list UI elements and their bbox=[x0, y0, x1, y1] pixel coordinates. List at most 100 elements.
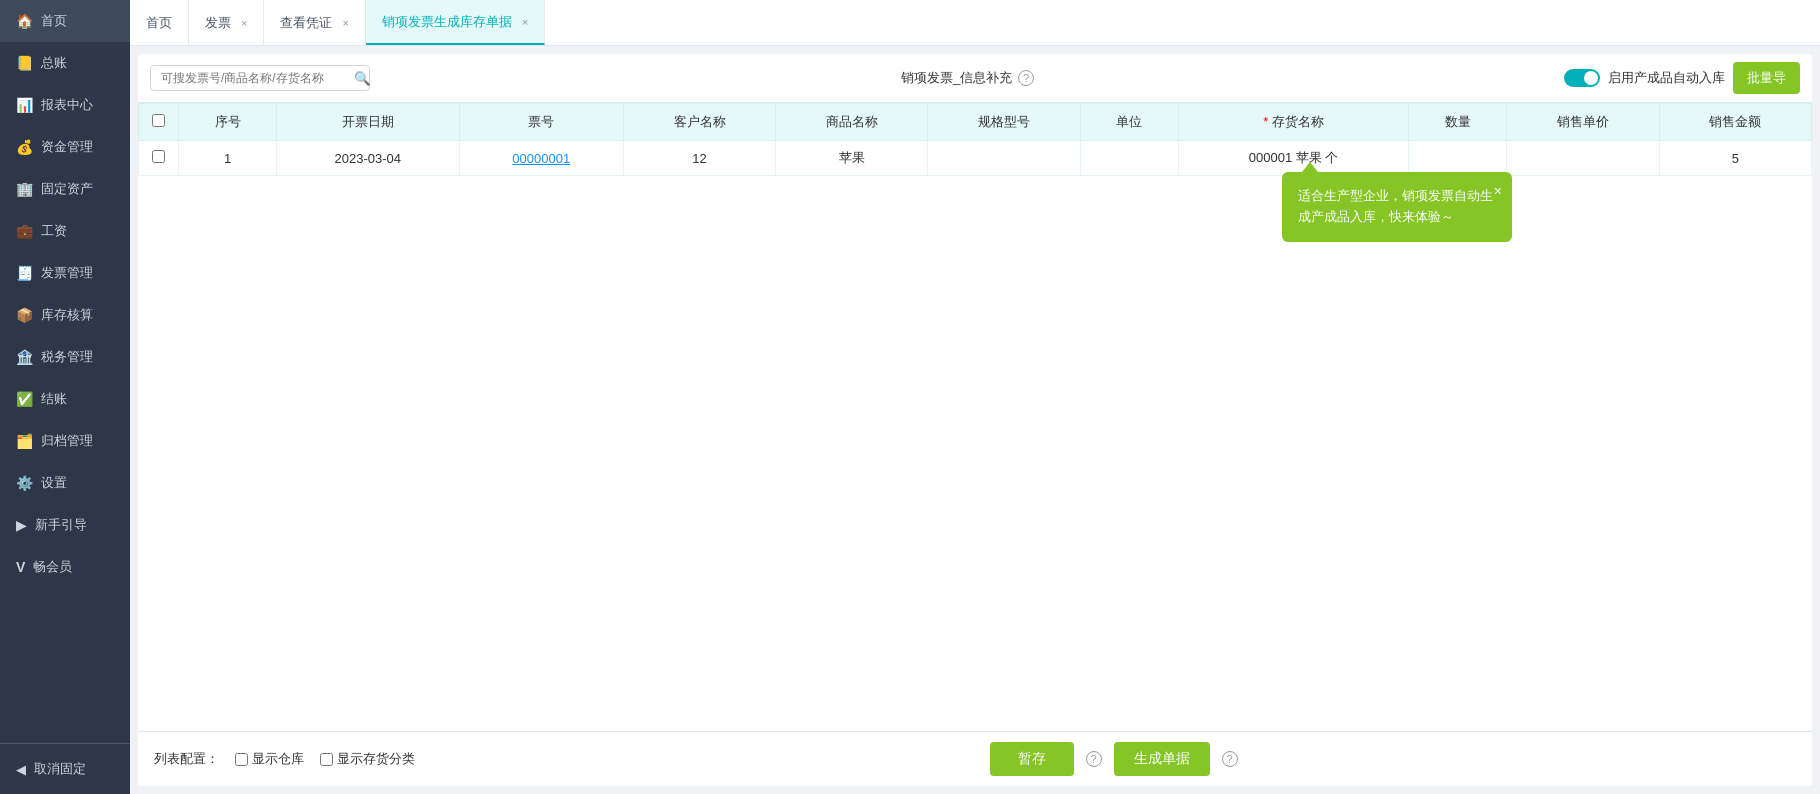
close-tooltip-button[interactable]: × bbox=[1494, 180, 1502, 202]
show-warehouse-checkbox-label[interactable]: 显示仓库 bbox=[235, 750, 304, 768]
guide-icon: ▶ bbox=[16, 517, 27, 533]
row-select-checkbox[interactable] bbox=[152, 150, 165, 163]
sidebar-label-guide: 新手引导 bbox=[35, 516, 87, 534]
cancel-fixed-button[interactable]: ◀ 取消固定 bbox=[0, 752, 130, 786]
toolbar-right: 启用产成品自动入库 批量导 bbox=[1564, 62, 1800, 94]
toolbar: 🔍 销项发票_信息补充 ? 启用产成品自动入库 批量导 bbox=[138, 54, 1812, 103]
close-view-voucher-tab[interactable]: × bbox=[342, 17, 348, 29]
header-amount: 销售金额 bbox=[1659, 104, 1811, 141]
header-date: 开票日期 bbox=[277, 104, 459, 141]
show-warehouse-checkbox[interactable] bbox=[235, 753, 248, 766]
header-spec: 规格型号 bbox=[928, 104, 1080, 141]
sidebar-item-reports[interactable]: 📊 报表中心 bbox=[0, 84, 130, 126]
sidebar-item-assets[interactable]: 🏢 固定资产 bbox=[0, 168, 130, 210]
content-area: 🔍 销项发票_信息补充 ? 启用产成品自动入库 批量导 bbox=[138, 54, 1812, 786]
header-qty: 数量 bbox=[1409, 104, 1507, 141]
row-qty bbox=[1409, 141, 1507, 176]
sidebar-item-settings[interactable]: ⚙️ 设置 bbox=[0, 462, 130, 504]
sidebar-item-funds[interactable]: 💰 资金管理 bbox=[0, 126, 130, 168]
sidebar-label-funds: 资金管理 bbox=[41, 138, 93, 156]
row-inventory[interactable]: 000001 苹果 个 bbox=[1178, 141, 1409, 176]
table-header-row: 序号 开票日期 票号 客户名称 商品名称 规格型号 单位 * 存货名称 数量 销… bbox=[139, 104, 1812, 141]
auto-warehouse-toggle[interactable] bbox=[1564, 69, 1600, 87]
sidebar-item-tax[interactable]: 🏦 税务管理 bbox=[0, 336, 130, 378]
sidebar-label-home: 首页 bbox=[41, 12, 67, 30]
sidebar-item-ledger[interactable]: 📒 总账 bbox=[0, 42, 130, 84]
sidebar-label-vip: 畅会员 bbox=[33, 558, 72, 576]
inventory-icon: 📦 bbox=[16, 307, 33, 323]
sidebar-label-tax: 税务管理 bbox=[41, 348, 93, 366]
tax-icon: 🏦 bbox=[16, 349, 33, 365]
tooltip-text: 适合生产型企业，销项发票自动生成产成品入库，快来体验～ bbox=[1298, 188, 1493, 224]
footer: 列表配置： 显示仓库 显示存货分类 暂存 ? 生成单据 ? bbox=[138, 731, 1812, 786]
invoice-number-link[interactable]: 00000001 bbox=[512, 151, 570, 166]
row-seq: 1 bbox=[179, 141, 277, 176]
show-inventory-cat-checkbox-label[interactable]: 显示存货分类 bbox=[320, 750, 415, 768]
tab-cancel-invoice[interactable]: 销项发票生成库存单据 × bbox=[366, 0, 545, 45]
close-invoices-tab[interactable]: × bbox=[241, 17, 247, 29]
info-icon[interactable]: ? bbox=[1018, 70, 1034, 86]
row-checkbox[interactable] bbox=[139, 141, 179, 176]
sidebar-item-vip[interactable]: V 畅会员 bbox=[0, 546, 130, 588]
footer-list-config-label: 列表配置： bbox=[154, 750, 219, 768]
sidebar-item-closing[interactable]: ✅ 结账 bbox=[0, 378, 130, 420]
generate-help-icon[interactable]: ? bbox=[1222, 751, 1238, 767]
tab-bar: 首页 发票 × 查看凭证 × 销项发票生成库存单据 × bbox=[130, 0, 1820, 46]
toolbar-center: 销项发票_信息补充 ? bbox=[379, 69, 1556, 87]
archive-icon: 🗂️ bbox=[16, 433, 33, 449]
sidebar-label-invoice: 发票管理 bbox=[41, 264, 93, 282]
header-checkbox[interactable] bbox=[139, 104, 179, 141]
tooltip-popup: × 适合生产型企业，销项发票自动生成产成品入库，快来体验～ bbox=[1282, 172, 1512, 242]
show-warehouse-label: 显示仓库 bbox=[252, 750, 304, 768]
center-label: 销项发票_信息补充 bbox=[901, 69, 1012, 87]
header-product: 商品名称 bbox=[776, 104, 928, 141]
settings-icon: ⚙️ bbox=[16, 475, 33, 491]
arrow-left-icon: ◀ bbox=[16, 762, 26, 777]
search-button[interactable]: 🔍 bbox=[354, 71, 371, 86]
closing-icon: ✅ bbox=[16, 391, 33, 407]
vip-icon: V bbox=[16, 559, 25, 575]
save-help-icon[interactable]: ? bbox=[1086, 751, 1102, 767]
row-amount: 5 bbox=[1659, 141, 1811, 176]
sidebar-item-guide[interactable]: ▶ 新手引导 bbox=[0, 504, 130, 546]
tab-home[interactable]: 首页 bbox=[130, 0, 189, 45]
sidebar-item-invoice[interactable]: 🧾 发票管理 bbox=[0, 252, 130, 294]
reports-icon: 📊 bbox=[16, 97, 33, 113]
tab-invoices-label: 发票 bbox=[205, 14, 231, 32]
generate-button-label: 生成单据 bbox=[1134, 750, 1190, 766]
sidebar-label-settings: 设置 bbox=[41, 474, 67, 492]
row-customer: 12 bbox=[623, 141, 775, 176]
sidebar-bottom: ◀ 取消固定 bbox=[0, 743, 130, 794]
invoice-icon: 🧾 bbox=[16, 265, 33, 281]
funds-icon: 💰 bbox=[16, 139, 33, 155]
close-cancel-invoice-tab[interactable]: × bbox=[522, 16, 528, 28]
search-input[interactable] bbox=[150, 65, 370, 91]
save-button[interactable]: 暂存 bbox=[990, 742, 1074, 776]
tab-view-voucher-label: 查看凭证 bbox=[280, 14, 332, 32]
show-inventory-cat-checkbox[interactable] bbox=[320, 753, 333, 766]
ledger-icon: 📒 bbox=[16, 55, 33, 71]
generate-button[interactable]: 生成单据 bbox=[1114, 742, 1210, 776]
tab-invoices[interactable]: 发票 × bbox=[189, 0, 264, 45]
batch-button-label: 批量导 bbox=[1747, 70, 1786, 85]
row-date: 2023-03-04 bbox=[277, 141, 459, 176]
sidebar-label-reports: 报表中心 bbox=[41, 96, 93, 114]
row-number[interactable]: 00000001 bbox=[459, 141, 623, 176]
tab-cancel-invoice-label: 销项发票生成库存单据 bbox=[382, 13, 512, 31]
save-button-label: 暂存 bbox=[1018, 750, 1046, 766]
batch-import-button[interactable]: 批量导 bbox=[1733, 62, 1800, 94]
cancel-fixed-label: 取消固定 bbox=[34, 760, 86, 778]
sidebar-item-salary[interactable]: 💼 工资 bbox=[0, 210, 130, 252]
sidebar-item-home[interactable]: 🏠 首页 bbox=[0, 0, 130, 42]
header-price: 销售单价 bbox=[1507, 104, 1659, 141]
sidebar-item-inventory[interactable]: 📦 库存核算 bbox=[0, 294, 130, 336]
select-all-checkbox[interactable] bbox=[152, 114, 165, 127]
show-inventory-cat-label: 显示存货分类 bbox=[337, 750, 415, 768]
table-row: 1 2023-03-04 00000001 12 苹果 000001 苹果 个 … bbox=[139, 141, 1812, 176]
header-seq: 序号 bbox=[179, 104, 277, 141]
row-product: 苹果 bbox=[776, 141, 928, 176]
sidebar-item-archive[interactable]: 🗂️ 归档管理 bbox=[0, 420, 130, 462]
tab-view-voucher[interactable]: 查看凭证 × bbox=[264, 0, 365, 45]
sidebar-label-salary: 工资 bbox=[41, 222, 67, 240]
table-wrapper: 序号 开票日期 票号 客户名称 商品名称 规格型号 单位 * 存货名称 数量 销… bbox=[138, 103, 1812, 731]
